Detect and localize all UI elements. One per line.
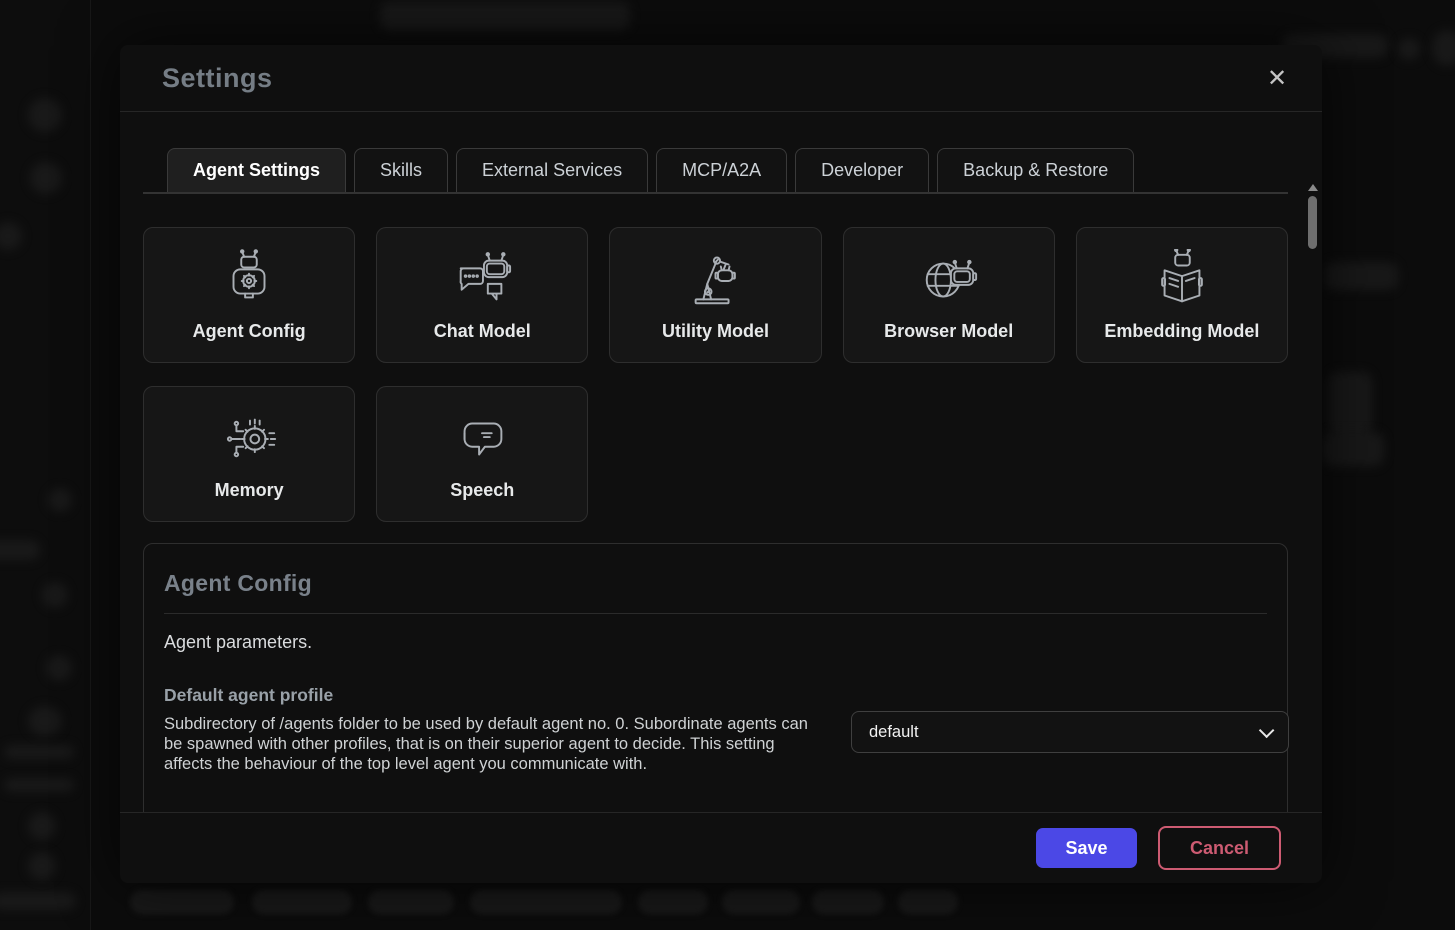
field-control: default [851, 685, 1289, 774]
tab-mcp-a2a[interactable]: MCP/A2A [656, 148, 787, 192]
chevron-down-icon [1259, 722, 1275, 738]
robot-gear-icon [213, 249, 285, 311]
backdrop-pill [722, 890, 800, 914]
backdrop-blob [46, 655, 72, 681]
backdrop-blob [0, 222, 22, 250]
backdrop-blob [4, 778, 74, 792]
field-text: Default agent profile Subdirectory of /a… [164, 685, 809, 774]
card-label: Embedding Model [1104, 321, 1259, 342]
backdrop-blob [42, 582, 68, 608]
backdrop-blob [0, 892, 76, 910]
tab-strip: Agent Settings Skills External Services … [143, 148, 1288, 194]
card-label: Chat Model [434, 321, 531, 342]
cancel-button[interactable]: Cancel [1158, 826, 1281, 870]
select-value: default [869, 723, 919, 742]
tab-developer[interactable]: Developer [795, 148, 929, 192]
modal-footer: Save Cancel [120, 812, 1322, 883]
modal-content: Agent Settings Skills External Services … [120, 112, 1322, 812]
modal-title: Settings [162, 63, 273, 94]
card-chat-model[interactable]: Chat Model [376, 227, 588, 363]
settings-card-grid: Agent Config Chat Model [143, 227, 1288, 522]
backdrop-pill [130, 890, 234, 914]
circuit-gear-icon [213, 408, 285, 470]
card-label: Memory [215, 480, 284, 501]
backdrop-blob [1322, 432, 1384, 466]
section-title: Agent Config [164, 570, 1267, 597]
backdrop-pill [470, 890, 622, 914]
card-label: Agent Config [193, 321, 306, 342]
card-label: Browser Model [884, 321, 1013, 342]
card-label: Speech [450, 480, 514, 501]
backdrop-blob [28, 98, 62, 132]
card-agent-config[interactable]: Agent Config [143, 227, 355, 363]
backdrop-blob [28, 812, 56, 840]
content-scrollbar[interactable] [1306, 180, 1320, 812]
speech-bubble-icon [446, 408, 518, 470]
backdrop-blob [1328, 372, 1372, 434]
scrollbar-thumb[interactable] [1308, 196, 1317, 249]
card-utility-model[interactable]: Utility Model [609, 227, 821, 363]
card-embedding-model[interactable]: Embedding Model [1076, 227, 1288, 363]
tab-backup-restore[interactable]: Backup & Restore [937, 148, 1134, 192]
field-label: Default agent profile [164, 685, 809, 706]
chat-bubbles-robot-icon [446, 249, 518, 311]
field-description: Subdirectory of /agents folder to be use… [164, 714, 809, 774]
section-description: Agent parameters. [164, 632, 1267, 653]
tab-agent-settings[interactable]: Agent Settings [167, 148, 346, 192]
tab-skills[interactable]: Skills [354, 148, 448, 192]
section-divider [164, 613, 1267, 614]
backdrop-blob [28, 706, 62, 736]
card-memory[interactable]: Memory [143, 386, 355, 522]
default-agent-profile-select[interactable]: default [851, 711, 1289, 753]
close-icon: ✕ [1267, 64, 1287, 93]
backdrop-blob [1432, 30, 1455, 66]
backdrop-blob [48, 488, 72, 512]
sidebar-background [0, 0, 91, 930]
backdrop-pill [638, 890, 708, 914]
settings-modal: Settings ✕ Agent Settings Skills Externa… [120, 45, 1322, 883]
backdrop-blob [30, 162, 62, 194]
agent-config-section: Agent Config Agent parameters. Default a… [143, 543, 1288, 812]
field-default-agent-profile: Default agent profile Subdirectory of /a… [164, 685, 1267, 774]
tab-external-services[interactable]: External Services [456, 148, 648, 192]
scroll-up-icon[interactable] [1308, 184, 1318, 191]
backdrop-blob [1398, 38, 1420, 60]
backdrop-pill [368, 890, 454, 914]
backdrop-pill [252, 890, 352, 914]
card-speech[interactable]: Speech [376, 386, 588, 522]
backdrop-blob [4, 745, 74, 759]
backdrop-blob [0, 540, 40, 560]
robot-book-icon [1146, 249, 1218, 311]
close-button[interactable]: ✕ [1262, 63, 1292, 93]
modal-header: Settings ✕ [120, 45, 1322, 112]
card-browser-model[interactable]: Browser Model [843, 227, 1055, 363]
card-label: Utility Model [662, 321, 769, 342]
backdrop-blob [1324, 262, 1398, 290]
backdrop-blob [380, 2, 630, 30]
backdrop-blob [28, 852, 56, 880]
backdrop-pill [812, 890, 884, 914]
robot-arm-icon [679, 249, 751, 311]
save-button[interactable]: Save [1036, 828, 1137, 868]
globe-robot-icon [913, 249, 985, 311]
backdrop-pill [898, 890, 958, 914]
